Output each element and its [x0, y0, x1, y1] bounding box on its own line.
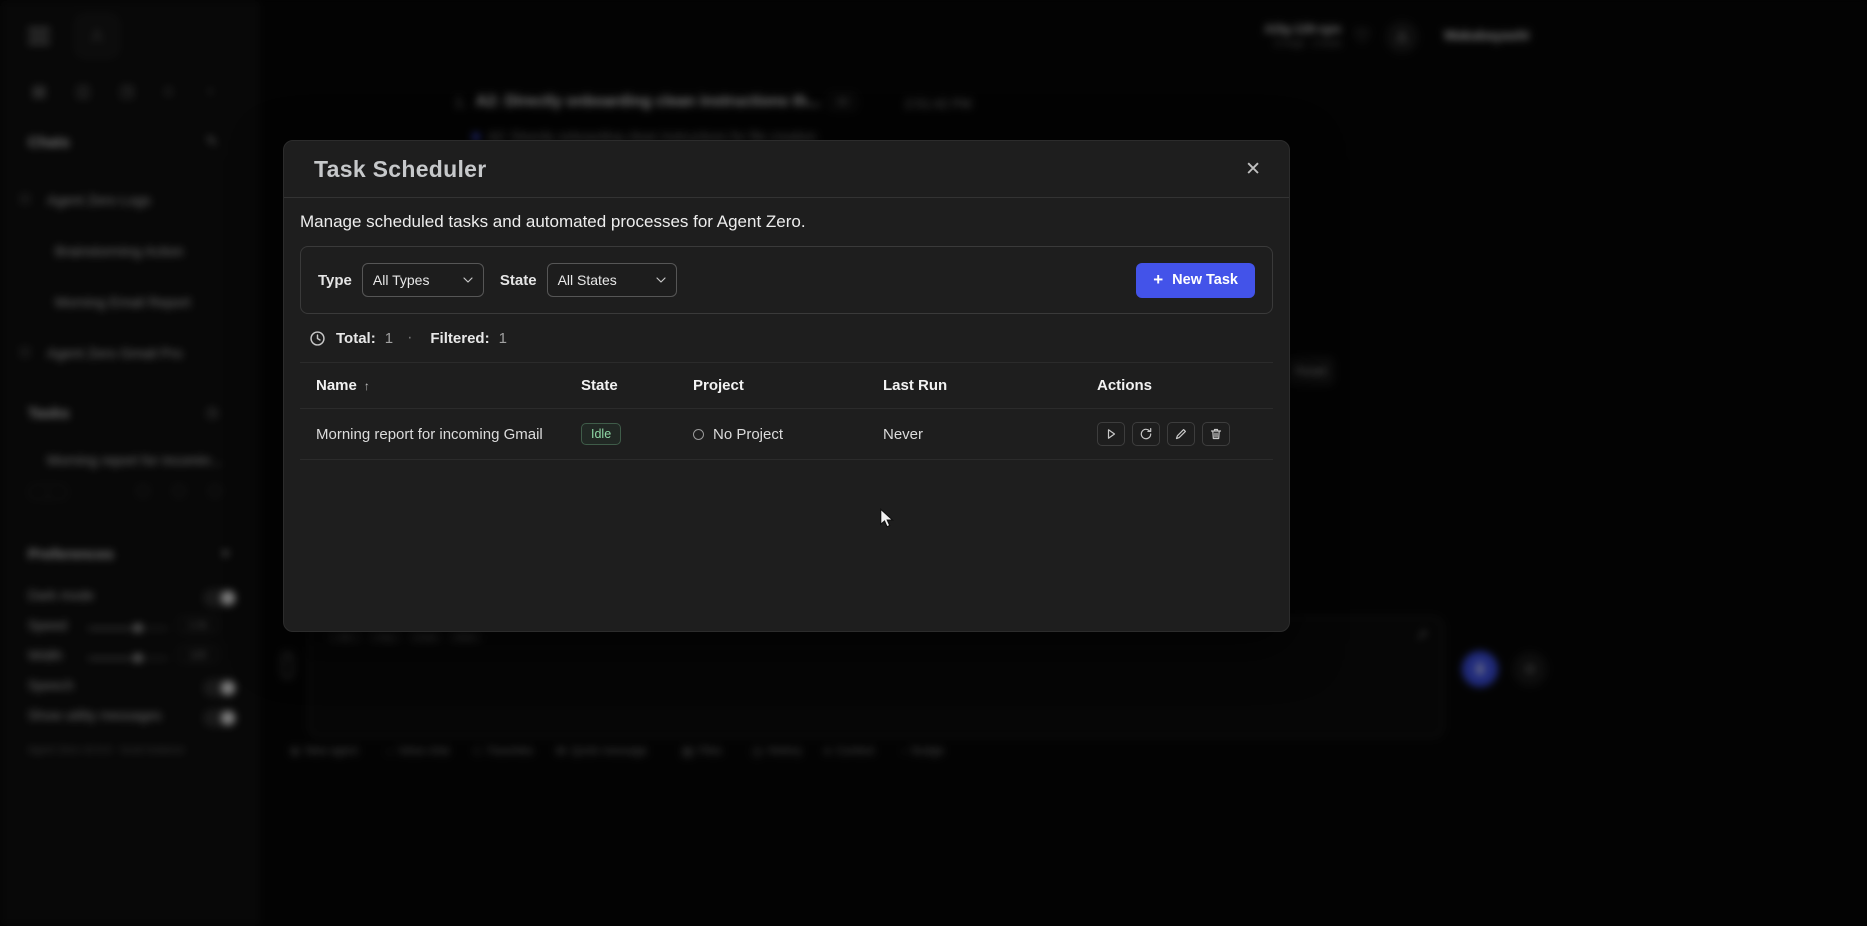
play-icon: [1104, 427, 1118, 441]
refresh-icon: [1139, 427, 1153, 441]
reload-task-button[interactable]: [1132, 422, 1160, 446]
column-header-project[interactable]: Project: [677, 377, 867, 394]
task-lastrun: Never: [867, 426, 1081, 443]
filtered-label: Filtered:: [430, 330, 489, 347]
close-icon[interactable]: ✕: [1245, 160, 1261, 179]
clock-icon: [309, 330, 326, 347]
app-window: A ▤ ◫ ◳ ⌂ ‹ Chats ✎ Agent Zero Logs Brai…: [0, 0, 1867, 926]
edit-task-button[interactable]: [1167, 422, 1195, 446]
project-name: No Project: [713, 426, 783, 443]
filtered-value: 1: [499, 330, 507, 347]
task-state-cell: Idle: [565, 423, 677, 445]
type-select-value: All Types: [373, 272, 430, 288]
state-select[interactable]: All States: [547, 263, 677, 297]
type-filter-label: Type: [318, 272, 352, 289]
column-header-actions: Actions: [1081, 377, 1273, 394]
stats-separator: ·: [407, 329, 412, 347]
mouse-cursor: [878, 508, 896, 533]
trash-icon: [1209, 427, 1223, 441]
task-project-cell: No Project: [677, 426, 867, 443]
total-value: 1: [385, 330, 393, 347]
modal-description: Manage scheduled tasks and automated pro…: [300, 212, 1273, 232]
sort-asc-icon: ↑: [364, 379, 370, 393]
task-name: Morning report for incoming Gmail: [300, 426, 565, 443]
column-header-lastrun[interactable]: Last Run: [867, 377, 1081, 394]
status-badge: Idle: [581, 423, 621, 445]
task-table: Name↑ State Project Last Run Actions Mor…: [300, 363, 1273, 460]
task-stats-row: Total: 1 · Filtered: 1: [300, 314, 1273, 363]
task-scheduler-modal: Task Scheduler ✕ Manage scheduled tasks …: [283, 140, 1290, 632]
state-filter-label: State: [500, 272, 537, 289]
chevron-down-icon: [656, 277, 666, 283]
run-task-button[interactable]: [1097, 422, 1125, 446]
state-select-value: All States: [558, 272, 617, 288]
plus-icon: +: [1153, 270, 1163, 290]
task-actions: [1081, 422, 1273, 446]
new-task-label: New Task: [1172, 272, 1238, 288]
chevron-down-icon: [463, 277, 473, 283]
type-select[interactable]: All Types: [362, 263, 484, 297]
project-radio-icon: [693, 429, 704, 440]
table-row: Morning report for incoming Gmail Idle N…: [300, 409, 1273, 460]
modal-title: Task Scheduler: [314, 156, 487, 183]
column-header-state[interactable]: State: [565, 377, 677, 394]
table-header-row: Name↑ State Project Last Run Actions: [300, 363, 1273, 409]
column-header-name[interactable]: Name↑: [300, 377, 565, 394]
pencil-icon: [1174, 427, 1188, 441]
total-label: Total:: [336, 330, 376, 347]
modal-header: Task Scheduler ✕: [284, 141, 1289, 198]
filter-panel: Type All Types State All States + New Ta…: [300, 246, 1273, 314]
new-task-button[interactable]: + New Task: [1136, 263, 1255, 298]
delete-task-button[interactable]: [1202, 422, 1230, 446]
